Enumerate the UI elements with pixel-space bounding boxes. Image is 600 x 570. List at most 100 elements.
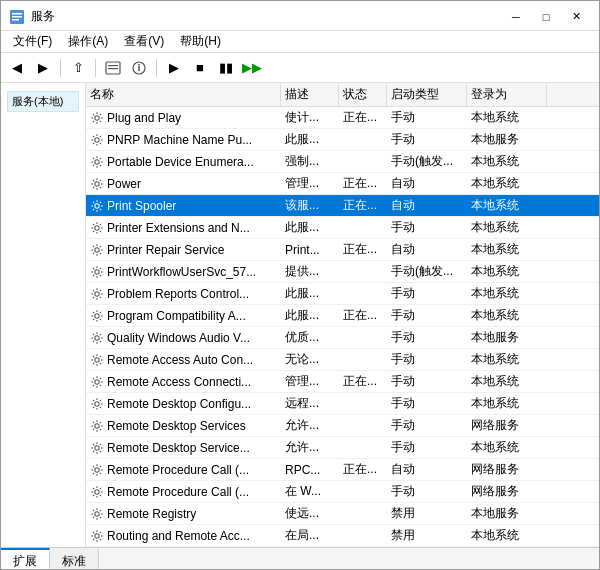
cell-name: Remote Registry [86,503,281,524]
table-row[interactable]: Quality Windows Audio V...优质...手动本地服务 [86,327,599,349]
menu-item-a[interactable]: 操作(A) [60,31,116,52]
menu-item-v[interactable]: 查看(V) [116,31,172,52]
table-row[interactable]: Program Compatibility A...此服...正在...手动本地… [86,305,599,327]
cell-desc: 提供... [281,261,339,282]
table-row[interactable]: Plug and Play使计...正在...手动本地系统 [86,107,599,129]
svg-rect-8 [138,66,140,71]
tab-extend[interactable]: 扩展 [1,548,50,569]
stop-button[interactable]: ■ [188,56,212,80]
toolbar: ◀ ▶ ⇧ ▶ ■ ▮▮ ▶▶ [1,53,599,83]
service-icon [90,353,104,367]
cell-status [339,481,387,502]
menu-item-f[interactable]: 文件(F) [5,31,60,52]
table-row[interactable]: Remote Access Connecti...管理...正在...手动本地系… [86,371,599,393]
sidebar-item-label: 服务(本地) [12,95,63,107]
cell-name: Printer Extensions and N... [86,217,281,238]
title-bar-left: 服务 [9,8,55,25]
table-row[interactable]: Portable Device Enumera...强制...手动(触发...本… [86,151,599,173]
svg-point-11 [95,137,99,141]
play-button[interactable]: ▶ [162,56,186,80]
cell-desc: 此服... [281,217,339,238]
svg-point-16 [95,247,99,251]
menu-bar: 文件(F)操作(A)查看(V)帮助(H) [1,31,599,53]
table-row[interactable]: Printer Extensions and N...此服...手动本地系统 [86,217,599,239]
cell-desc: Print... [281,239,339,260]
svg-rect-2 [12,16,22,18]
service-icon [90,331,104,345]
col-name[interactable]: 名称 [86,83,281,106]
cell-startup: 手动 [387,437,467,458]
cell-startup: 手动(触发... [387,261,467,282]
service-icon [90,133,104,147]
cell-name: PNRP Machine Name Pu... [86,129,281,150]
service-icon [90,485,104,499]
cell-startup: 自动 [387,195,467,216]
restart-button[interactable]: ▶▶ [240,56,264,80]
table-row[interactable]: Power管理...正在...自动本地系统 [86,173,599,195]
cell-name: Remote Desktop Configu... [86,393,281,414]
col-status[interactable]: 状态 [339,83,387,106]
cell-name: Remote Access Connecti... [86,371,281,392]
cell-name: Quality Windows Audio V... [86,327,281,348]
tab-standard[interactable]: 标准 [50,548,99,569]
cell-status [339,393,387,414]
col-startup[interactable]: 启动类型 [387,83,467,106]
cell-name: Remote Desktop Services [86,415,281,436]
service-icon [90,507,104,521]
service-icon [90,309,104,323]
cell-login: 本地系统 [467,107,547,128]
table-area: 名称 描述 状态 启动类型 登录为 Plug and Play使计...正在..… [86,83,599,547]
table-row[interactable]: Problem Reports Control...此服...手动本地系统 [86,283,599,305]
toolbar-separator-1 [60,59,61,77]
cell-login: 网络服务 [467,415,547,436]
cell-login: 本地系统 [467,305,547,326]
table-row[interactable]: Print Spooler该服...正在...自动本地系统 [86,195,599,217]
table-row[interactable]: Printer Repair ServicePrint...正在...自动本地系… [86,239,599,261]
table-row[interactable]: Remote Procedure Call (...RPC...正在...自动网… [86,459,599,481]
cell-desc: 无论... [281,349,339,370]
table-row[interactable]: PrintWorkflowUserSvc_57...提供...手动(触发...本… [86,261,599,283]
back-button[interactable]: ◀ [5,56,29,80]
main-window: 服务 ─ □ ✕ 文件(F)操作(A)查看(V)帮助(H) ◀ ▶ ⇧ ▶ ■ … [0,0,600,570]
cell-login: 本地系统 [467,173,547,194]
table-row[interactable]: Routing and Remote Acc...在局...禁用本地系统 [86,525,599,547]
table-row[interactable]: Remote Desktop Configu...远程...手动本地系统 [86,393,599,415]
table-row[interactable]: Remote Registry使远...禁用本地服务 [86,503,599,525]
service-icon [90,529,104,543]
maximize-button[interactable]: □ [531,7,561,27]
col-desc[interactable]: 描述 [281,83,339,106]
cell-status: 正在... [339,371,387,392]
cell-startup: 手动 [387,393,467,414]
cell-login: 本地系统 [467,283,547,304]
forward-button[interactable]: ▶ [31,56,55,80]
pause-button[interactable]: ▮▮ [214,56,238,80]
table-row[interactable]: Remote Procedure Call (...在 W...手动网络服务 [86,481,599,503]
cell-name: Printer Repair Service [86,239,281,260]
table-row[interactable]: Remote Desktop Service...允许...手动本地系统 [86,437,599,459]
cell-desc: RPC... [281,459,339,480]
properties-button[interactable] [127,56,151,80]
cell-login: 本地服务 [467,503,547,524]
up-button[interactable]: ⇧ [66,56,90,80]
table-header: 名称 描述 状态 启动类型 登录为 [86,83,599,107]
svg-point-21 [95,357,99,361]
col-login[interactable]: 登录为 [467,83,547,106]
svg-point-14 [95,203,99,207]
table-row[interactable]: Remote Access Auto Con...无论...手动本地系统 [86,349,599,371]
menu-item-h[interactable]: 帮助(H) [172,31,229,52]
service-icon [90,419,104,433]
cell-startup: 手动 [387,283,467,304]
sidebar-item-local[interactable]: 服务(本地) [7,91,79,112]
svg-point-28 [95,511,99,515]
table-row[interactable]: PNRP Machine Name Pu...此服...手动本地服务 [86,129,599,151]
show-hide-button[interactable] [101,56,125,80]
cell-desc: 远程... [281,393,339,414]
table-row[interactable]: Remote Desktop Services允许...手动网络服务 [86,415,599,437]
cell-name: Plug and Play [86,107,281,128]
cell-status: 正在... [339,195,387,216]
cell-status [339,415,387,436]
close-button[interactable]: ✕ [561,7,591,27]
svg-point-29 [95,533,99,537]
minimize-button[interactable]: ─ [501,7,531,27]
cell-status: 正在... [339,107,387,128]
